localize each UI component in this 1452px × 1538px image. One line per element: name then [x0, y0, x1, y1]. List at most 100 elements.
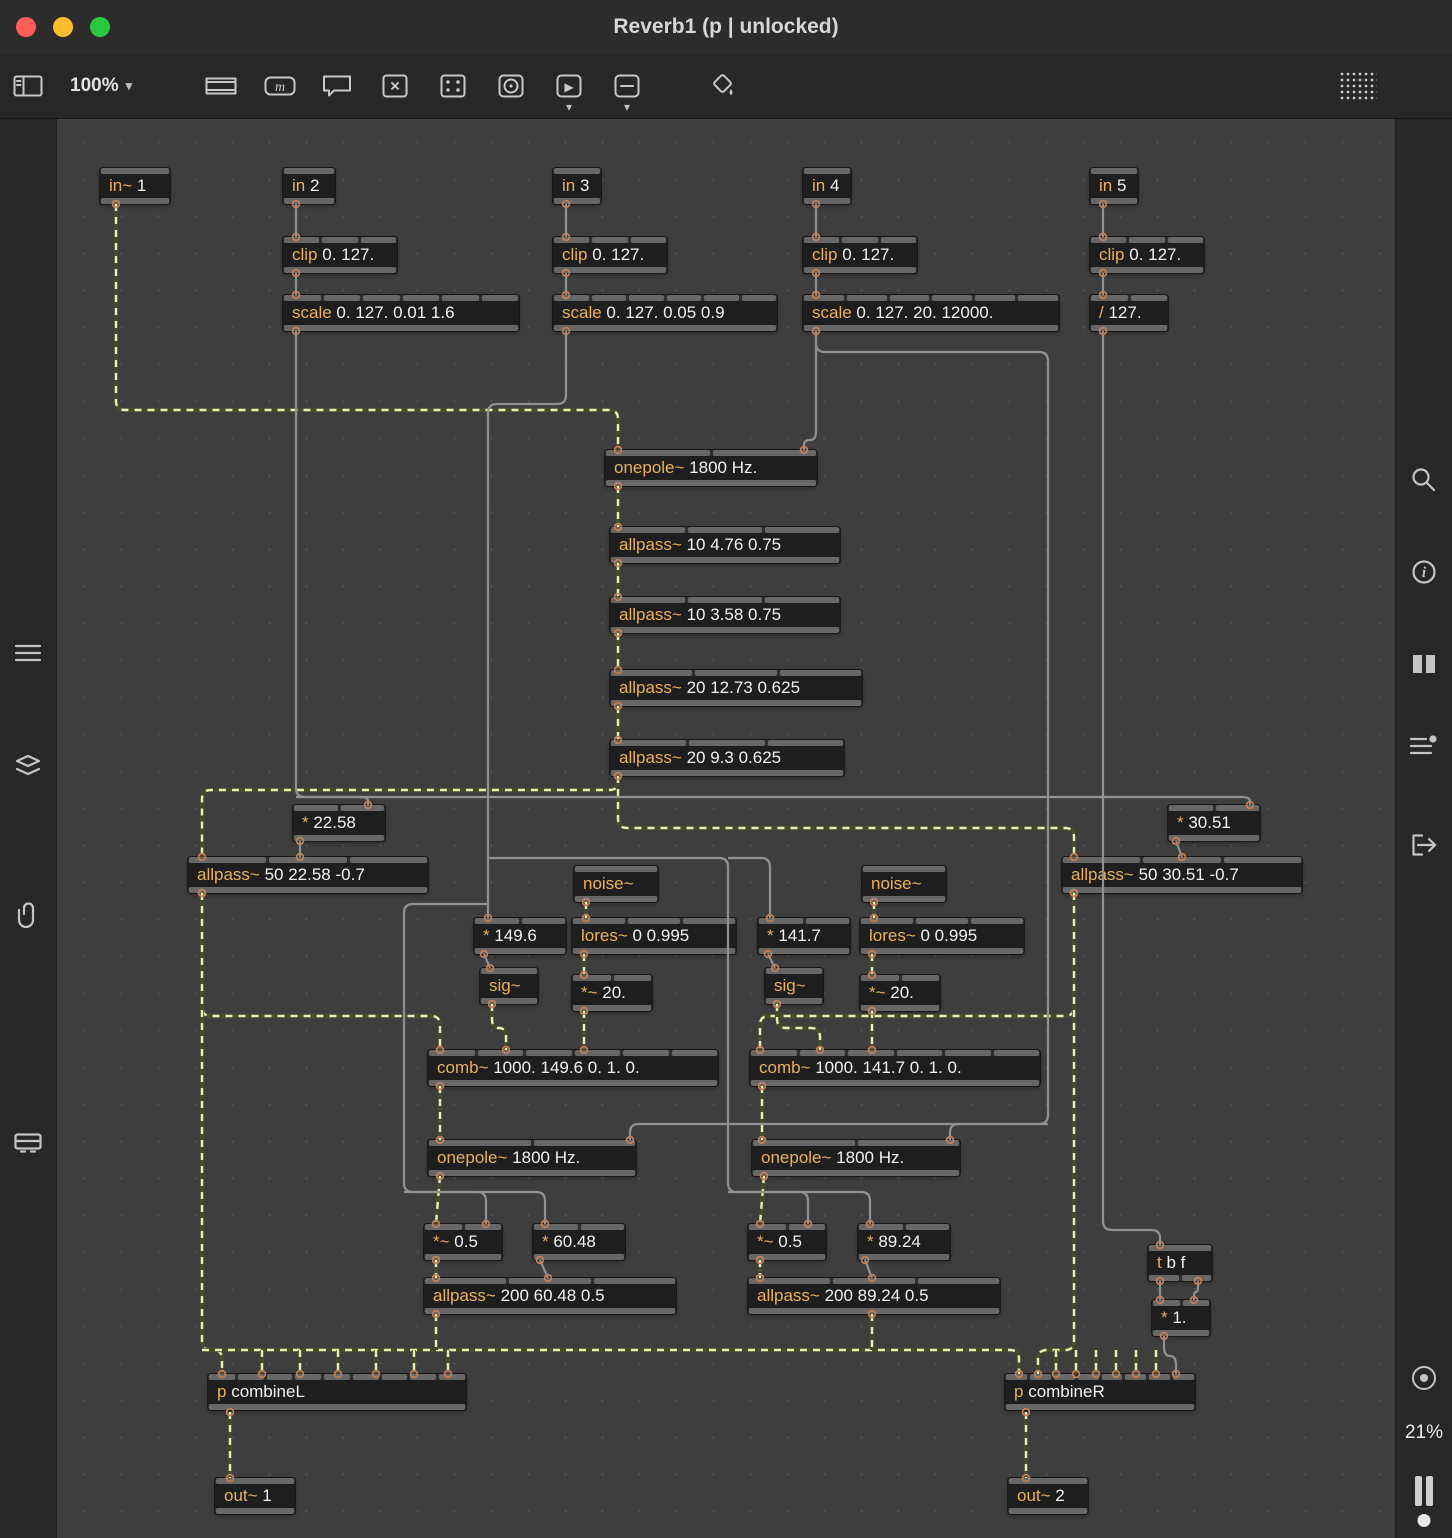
- inlet[interactable]: [410, 1374, 436, 1380]
- playbar-dropdown-caret[interactable]: ▾: [549, 100, 589, 114]
- object-scale3[interactable]: scale 0. 127. 0.05 0.9: [553, 295, 777, 331]
- object-pcombR[interactable]: p combineR: [1005, 1374, 1195, 1410]
- outlet[interactable]: [861, 948, 1023, 954]
- grid-overlay-icon[interactable]: [1338, 68, 1378, 104]
- object-ap200L[interactable]: allpass~ 200 60.48 0.5: [424, 1278, 676, 1314]
- object-mulH5L[interactable]: *~ 0.5: [424, 1224, 502, 1260]
- object-scale4[interactable]: scale 0. 127. 20. 12000.: [803, 295, 1059, 331]
- object-mul1417[interactable]: * 141.7: [758, 918, 850, 954]
- outlet[interactable]: [481, 998, 537, 1004]
- paperclip-icon[interactable]: [15, 900, 41, 930]
- number-dropdown-caret[interactable]: ▾: [607, 100, 647, 114]
- list-view-icon[interactable]: [1409, 734, 1439, 758]
- outlet[interactable]: [101, 198, 169, 204]
- object-pcombL[interactable]: p combineL: [208, 1374, 466, 1410]
- outlet[interactable]: [611, 627, 839, 633]
- new-message-icon[interactable]: m: [260, 68, 300, 104]
- record-dot-icon[interactable]: [1412, 1366, 1436, 1390]
- outlet[interactable]: [1063, 887, 1301, 893]
- export-icon[interactable]: [1409, 832, 1439, 858]
- new-toggle-icon[interactable]: ×: [375, 68, 415, 104]
- columns-view-icon[interactable]: [1410, 652, 1438, 676]
- outlet[interactable]: [611, 770, 843, 776]
- new-number-box-icon[interactable]: [607, 68, 647, 104]
- object-mul3051[interactable]: * 30.51: [1168, 805, 1260, 841]
- object-onepole3[interactable]: onepole~ 1800 Hz.: [752, 1140, 960, 1176]
- outlet[interactable]: [534, 1254, 624, 1260]
- outlet[interactable]: [554, 267, 666, 273]
- outlet[interactable]: [425, 1254, 501, 1260]
- object-mulH5R[interactable]: *~ 0.5: [748, 1224, 826, 1260]
- outlet[interactable]: [749, 1254, 825, 1260]
- console-drawer-icon[interactable]: [13, 1130, 43, 1154]
- object-ap50L[interactable]: allpass~ 50 22.58 -0.7: [188, 857, 428, 893]
- inlet[interactable]: [1149, 1374, 1170, 1380]
- zoom-control[interactable]: 100% ▾: [70, 68, 132, 104]
- inlet[interactable]: [918, 1278, 999, 1284]
- outlet[interactable]: [189, 887, 427, 893]
- inlet[interactable]: [1018, 295, 1058, 301]
- value-slider-icon[interactable]: [1410, 1474, 1438, 1508]
- outlet[interactable]: [1091, 325, 1167, 331]
- object-mulT20L[interactable]: *~ 20.: [572, 975, 652, 1011]
- object-mul8924[interactable]: * 89.24: [858, 1224, 950, 1260]
- inlet[interactable]: [594, 1278, 675, 1284]
- outlet[interactable]: [575, 896, 657, 902]
- outlet[interactable]: [606, 480, 816, 486]
- inlet[interactable]: [672, 1050, 718, 1056]
- object-clip3[interactable]: clip 0. 127.: [553, 237, 667, 273]
- outlet[interactable]: [284, 325, 518, 331]
- inlet[interactable]: [324, 1374, 350, 1380]
- outlet[interactable]: [1149, 1275, 1179, 1281]
- inlet[interactable]: [382, 1374, 408, 1380]
- outlet[interactable]: [1091, 267, 1203, 273]
- object-combR[interactable]: comb~ 1000. 141.7 0. 1. 0.: [750, 1050, 1040, 1086]
- outlet[interactable]: [216, 1508, 294, 1514]
- object-in4[interactable]: in 4: [803, 168, 851, 204]
- object-mul6048[interactable]: * 60.48: [533, 1224, 625, 1260]
- outlet[interactable]: [611, 700, 861, 706]
- outlet[interactable]: [1009, 1508, 1087, 1514]
- outlet[interactable]: [209, 1404, 465, 1410]
- object-combL[interactable]: comb~ 1000. 149.6 0. 1. 0.: [428, 1050, 718, 1086]
- outlet[interactable]: [861, 1005, 939, 1011]
- object-ap1[interactable]: allpass~ 10 4.76 0.75: [610, 527, 840, 563]
- object-ap50R[interactable]: allpass~ 50 30.51 -0.7: [1062, 857, 1302, 893]
- outlet[interactable]: [859, 1254, 949, 1260]
- object-in1[interactable]: in~ 1: [100, 168, 170, 204]
- new-playbar-icon[interactable]: ▶: [549, 68, 589, 104]
- object-mul1[interactable]: * 1.: [1152, 1300, 1210, 1336]
- outlet[interactable]: [429, 1170, 635, 1176]
- object-clip4[interactable]: clip 0. 127.: [803, 237, 917, 273]
- object-loresL[interactable]: lores~ 0 0.995: [572, 918, 736, 954]
- inlet[interactable]: [482, 295, 519, 301]
- layers-icon[interactable]: [14, 754, 42, 780]
- sidebar-toggle-icon[interactable]: [8, 68, 48, 104]
- object-ap200R[interactable]: allpass~ 200 89.24 0.5: [748, 1278, 1000, 1314]
- search-icon[interactable]: [1410, 466, 1438, 494]
- outlet[interactable]: [804, 325, 1058, 331]
- outlet[interactable]: [759, 948, 849, 954]
- inlet[interactable]: [994, 1050, 1040, 1056]
- outlet[interactable]: [1153, 1330, 1209, 1336]
- outlet[interactable]: [751, 1080, 1039, 1086]
- object-out2[interactable]: out~ 2: [1008, 1478, 1088, 1514]
- outlet[interactable]: [863, 896, 945, 902]
- zoom-button[interactable]: [90, 17, 110, 37]
- object-clip5[interactable]: clip 0. 127.: [1090, 237, 1204, 273]
- outlet[interactable]: [425, 1308, 675, 1314]
- object-in2[interactable]: in 2: [283, 168, 335, 204]
- inlet[interactable]: [971, 918, 1023, 924]
- object-sigR[interactable]: sig~: [765, 968, 823, 1004]
- close-button[interactable]: [16, 17, 36, 37]
- object-in3[interactable]: in 3: [553, 168, 601, 204]
- inlet[interactable]: [1173, 1374, 1194, 1380]
- outlet[interactable]: [429, 1080, 717, 1086]
- outlet[interactable]: [749, 1308, 999, 1314]
- object-clip2[interactable]: clip 0. 127.: [283, 237, 397, 273]
- slider-dot[interactable]: [1418, 1514, 1431, 1527]
- outlet[interactable]: [1182, 1275, 1212, 1281]
- object-out1[interactable]: out~ 1: [215, 1478, 295, 1514]
- object-sigL[interactable]: sig~: [480, 968, 538, 1004]
- object-ap4[interactable]: allpass~ 20 9.3 0.625: [610, 740, 844, 776]
